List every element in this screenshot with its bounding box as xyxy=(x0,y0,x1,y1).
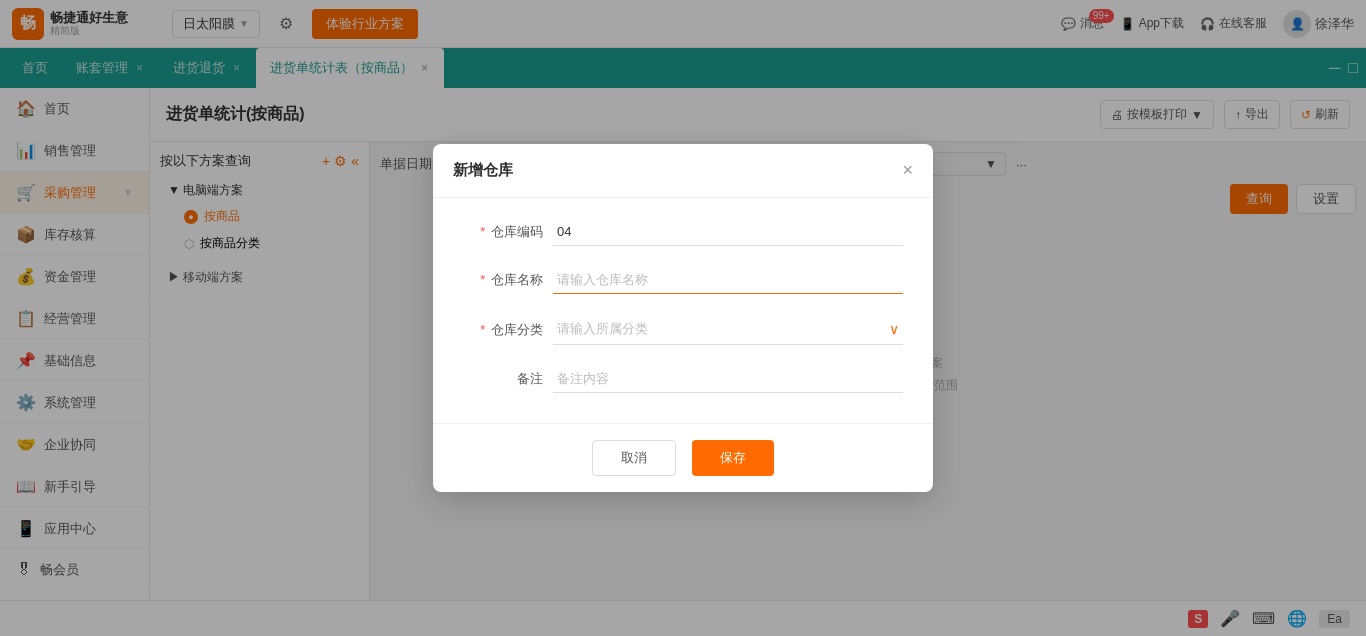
modal-title: 新增仓库 xyxy=(453,161,513,180)
add-warehouse-modal: 新增仓库 × * 仓库编码 * 仓库名称 xyxy=(433,144,933,492)
form-row-code: * 仓库编码 xyxy=(463,218,903,246)
modal-footer: 取消 保存 xyxy=(433,423,933,492)
name-label: * 仓库名称 xyxy=(463,271,543,289)
modal-close-icon[interactable]: × xyxy=(902,160,913,181)
cancel-button[interactable]: 取消 xyxy=(592,440,676,476)
remark-label: 备注 xyxy=(463,370,543,388)
required-mark-name: * xyxy=(480,272,485,287)
form-row-category: * 仓库分类 请输入所属分类 ∨ xyxy=(463,314,903,345)
save-button[interactable]: 保存 xyxy=(692,440,774,476)
required-mark-code: * xyxy=(480,224,485,239)
required-mark-category: * xyxy=(480,322,485,337)
category-label: * 仓库分类 xyxy=(463,321,543,339)
warehouse-code-input[interactable] xyxy=(553,218,903,246)
category-select-arrow-icon: ∨ xyxy=(889,321,899,337)
modal-body: * 仓库编码 * 仓库名称 * 仓库分类 请输入所属 xyxy=(433,198,933,423)
warehouse-remark-input[interactable] xyxy=(553,365,903,393)
warehouse-name-input[interactable] xyxy=(553,266,903,294)
warehouse-category-select[interactable]: 请输入所属分类 ∨ xyxy=(553,314,903,345)
form-row-remark: 备注 xyxy=(463,365,903,393)
form-row-name: * 仓库名称 xyxy=(463,266,903,294)
modal-header: 新增仓库 × xyxy=(433,144,933,198)
code-label: * 仓库编码 xyxy=(463,223,543,241)
modal-overlay[interactable]: 新增仓库 × * 仓库编码 * 仓库名称 xyxy=(0,0,1366,636)
category-placeholder: 请输入所属分类 xyxy=(557,320,648,338)
